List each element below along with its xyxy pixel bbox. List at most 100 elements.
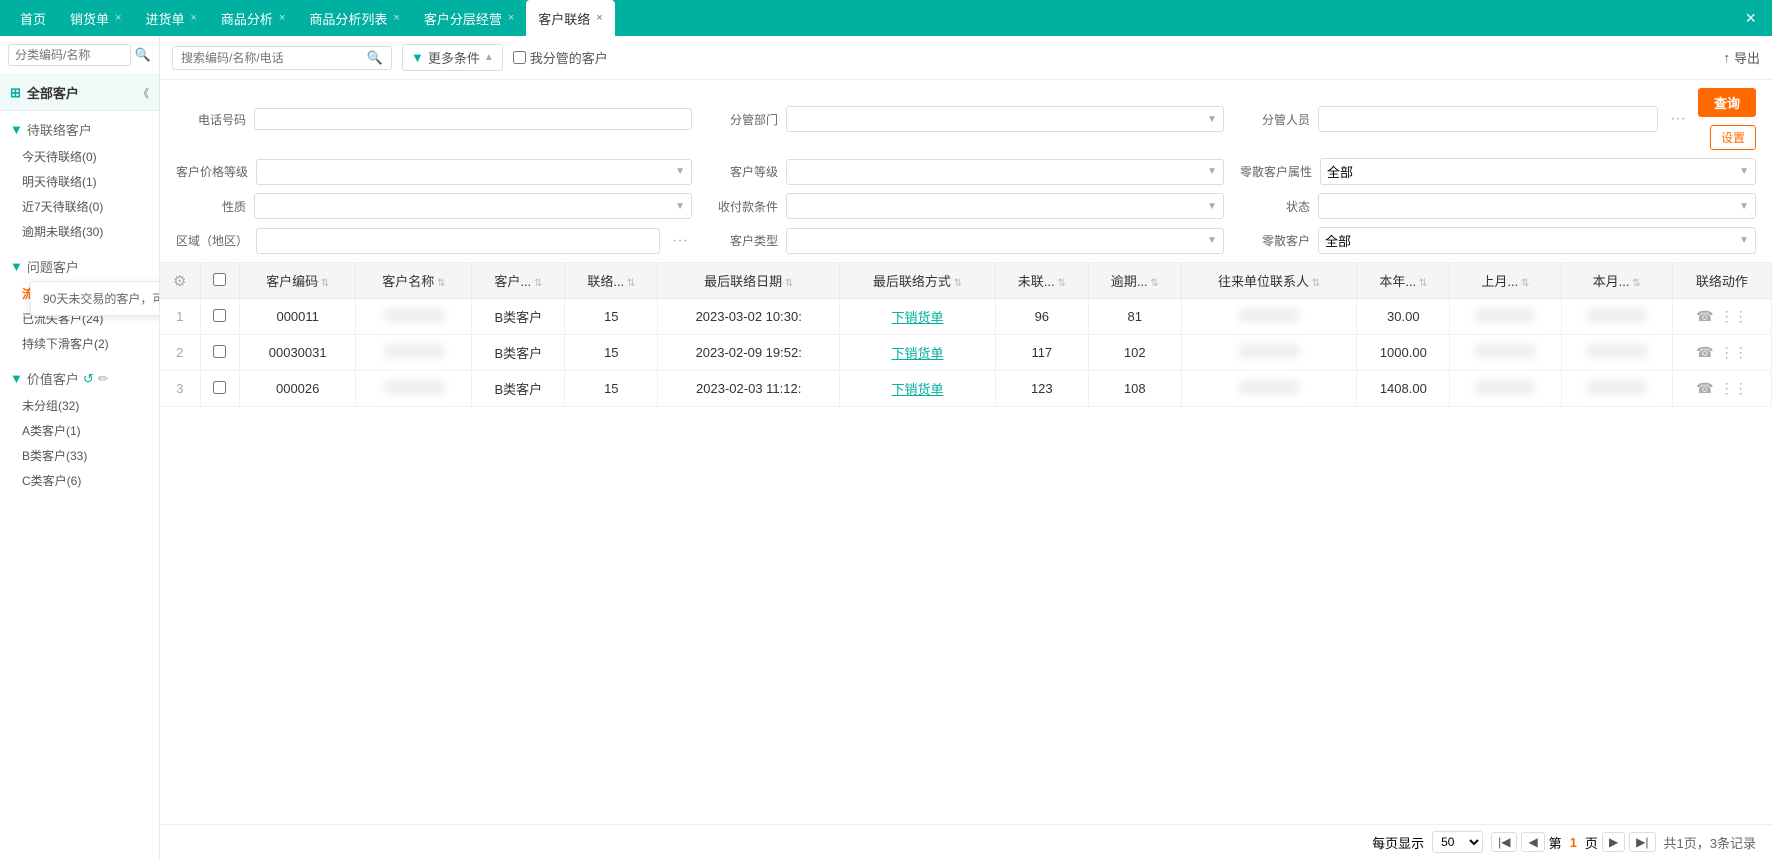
table-settings-icon[interactable]: ⚙ [173,273,186,290]
customer-table: ⚙ 客户编码 客户名称 客户... 联络... 最后联络日期 最后联络方式 未联… [160,263,1772,407]
row-last-method[interactable]: 下销货单 [840,299,996,335]
last-page-button[interactable]: ▶| [1629,832,1655,852]
tab-purchase-order[interactable]: 进货单 × [133,0,208,36]
filter-customer-level-select[interactable]: ▼ [786,159,1224,185]
row-last-method[interactable]: 下销货单 [840,371,996,407]
price-level-chevron-icon: ▼ [675,166,685,177]
filter-more-button[interactable]: ▼ 更多条件 ▲ [402,44,503,71]
col-contact[interactable]: 联络... [565,263,658,299]
col-overdue[interactable]: 逾期... [1088,263,1181,299]
filter-price-level-select[interactable]: ▼ [256,159,692,185]
filter-customer-level: 客户等级 ▼ [708,158,1224,185]
sidebar-group-value: ▼ 价值客户 ↺ ✏ 未分组(32) A类客户(1) B类客户(33) C类客户… [0,360,159,497]
query-button[interactable]: 查询 [1698,88,1756,117]
select-all-checkbox[interactable] [213,273,226,286]
col-last-date[interactable]: 最后联络日期 [658,263,840,299]
filter-manager-select[interactable] [1318,106,1658,132]
filter-payment-select[interactable]: ▼ [786,193,1224,219]
sidebar-item-today[interactable]: 今天待联络(0) [0,144,159,169]
col-this-month[interactable]: 本月... [1561,263,1672,299]
filter-phone-input[interactable] [254,108,692,130]
row-select-checkbox[interactable] [213,345,226,358]
action-phone-icon[interactable]: ☎ [1696,380,1713,397]
first-page-button[interactable]: |◀ [1491,832,1517,852]
close-tab-product-analysis[interactable]: × [279,12,285,24]
manager-more-button[interactable]: ··· [1666,110,1690,128]
tab-sales-order[interactable]: 销货单 × [58,0,133,36]
col-last-month[interactable]: 上月... [1450,263,1561,299]
col-checkbox[interactable] [200,263,240,299]
sidebar-search-input[interactable] [8,44,131,66]
my-customers-toggle[interactable]: 我分管的客户 [513,48,608,67]
close-tab-sales-order[interactable]: × [115,12,121,24]
filter-sparse-attr: 零散客户属性 全部 ▼ [1240,158,1756,185]
sidebar-item-c-class[interactable]: C类客户(6) [0,468,159,493]
filter-sparse-attr-select[interactable]: 全部 ▼ [1320,158,1756,185]
sidebar-all-customers[interactable]: ⊞ 全部客户 《 [0,75,159,111]
sidebar-item-ungroup[interactable]: 未分组(32) [0,393,159,418]
action-more-icon[interactable]: ⋮⋮ [1720,344,1748,361]
close-tab-customer-tier[interactable]: × [508,12,514,24]
col-name[interactable]: 客户名称 [356,263,472,299]
tab-customer-contact[interactable]: 客户联络 × [526,0,614,36]
per-page-select[interactable]: 50 100 200 [1432,831,1483,853]
export-button[interactable]: ↑ 导出 [1723,48,1760,67]
close-all-button[interactable]: × [1737,8,1764,29]
col-last-method[interactable]: 最后联络方式 [840,263,996,299]
action-phone-icon[interactable]: ☎ [1696,308,1713,325]
row-this-year: 30.00 [1357,299,1450,335]
filter-dept-select[interactable]: ▼ [786,106,1224,132]
tab-product-list[interactable]: 商品分析列表 × [297,0,411,36]
col-uncontact[interactable]: 未联... [995,263,1088,299]
sidebar-item-b-class[interactable]: B类客户(33) [0,443,159,468]
sidebar-group-problem-header[interactable]: ▼ 问题客户 [0,252,159,281]
action-phone-icon[interactable]: ☎ [1696,344,1713,361]
next-page-button[interactable]: ▶ [1602,832,1625,852]
sidebar-group-value-header[interactable]: ▼ 价值客户 ↺ ✏ [0,364,159,393]
refresh-icon[interactable]: ↺ [83,371,94,387]
tab-home[interactable]: 首页 [8,0,58,36]
action-more-icon[interactable]: ⋮⋮ [1720,380,1748,397]
tab-product-analysis[interactable]: 商品分析 × [209,0,297,36]
col-this-year[interactable]: 本年... [1357,263,1450,299]
sparse-customer-chevron-icon: ▼ [1739,235,1749,246]
sidebar-group-pending-header[interactable]: ▼ 待联络客户 [0,115,159,144]
row-checkbox[interactable] [200,335,240,371]
row-checkbox[interactable] [200,371,240,407]
settings-button[interactable]: 设置 [1710,125,1756,150]
row-checkbox[interactable] [200,299,240,335]
close-tab-product-list[interactable]: × [393,12,399,24]
current-page: 1 [1566,835,1581,850]
sidebar-item-7days[interactable]: 近7天待联络(0) [0,194,159,219]
filter-region-select[interactable] [256,228,660,254]
row-last-method[interactable]: 下销货单 [840,335,996,371]
close-tab-customer-contact[interactable]: × [596,12,602,24]
edit-icon[interactable]: ✏ [98,371,109,387]
my-customers-checkbox[interactable] [513,51,526,64]
filter-nature-select[interactable]: ▼ [254,193,692,219]
main-search-input[interactable] [181,51,363,65]
filter-customer-type-select[interactable]: ▼ [786,228,1224,254]
region-more-button[interactable]: ··· [668,232,692,250]
filter-status-select[interactable]: ▼ [1318,193,1756,219]
col-code[interactable]: 客户编码 [240,263,356,299]
col-person[interactable]: 往来单位联系人 [1181,263,1357,299]
row-select-checkbox[interactable] [213,381,226,394]
sidebar-item-a-class[interactable]: A类客户(1) [0,418,159,443]
prev-page-button[interactable]: ◀ [1521,832,1544,852]
sidebar-item-overdue[interactable]: 逾期未联络(30) [0,219,159,244]
action-more-icon[interactable]: ⋮⋮ [1720,308,1748,325]
filter-sparse-customer-select[interactable]: 全部 ▼ [1318,227,1756,254]
sidebar-search-icon[interactable]: 🔍 [135,47,151,63]
row-person [1181,335,1357,371]
tab-customer-tier[interactable]: 客户分层经营 × [412,0,526,36]
close-tab-purchase-order[interactable]: × [190,12,196,24]
col-type[interactable]: 客户... [472,263,565,299]
row-select-checkbox[interactable] [213,309,226,322]
main-search-icon[interactable]: 🔍 [367,50,383,66]
sidebar-collapse-icon[interactable]: 《 [138,85,149,101]
sidebar-item-declining[interactable]: 持续下滑客户(2) [0,331,159,356]
sidebar-item-tomorrow[interactable]: 明天待联络(1) [0,169,159,194]
col-settings[interactable]: ⚙ [160,263,200,299]
row-overdue: 108 [1088,371,1181,407]
